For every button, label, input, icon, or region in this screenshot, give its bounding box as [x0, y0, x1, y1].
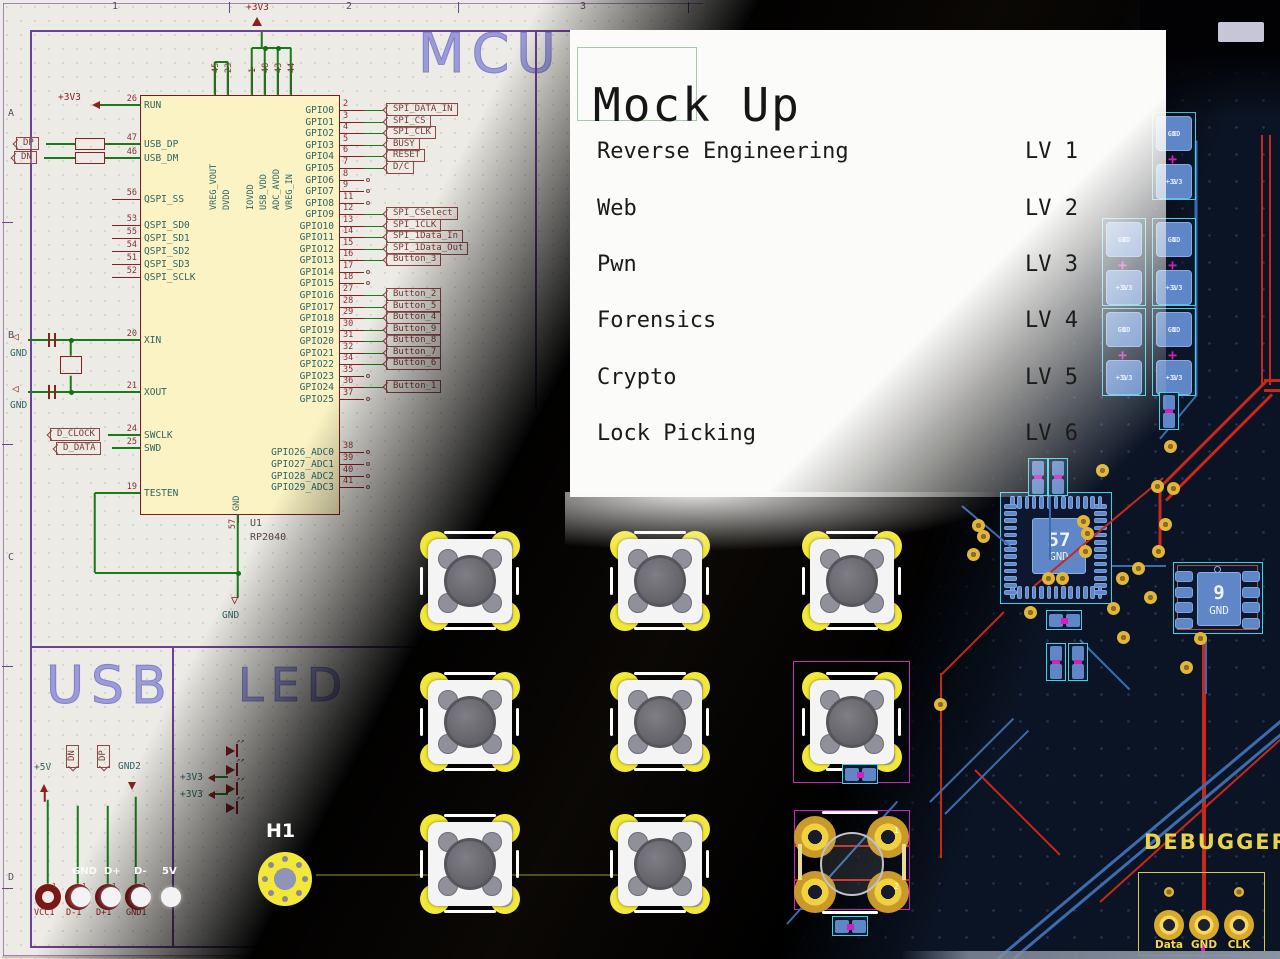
silkscreen-line [898, 708, 901, 736]
tactile-button [793, 661, 910, 783]
tactile-button [420, 814, 520, 914]
silkscreen-line [898, 567, 901, 595]
card-row-label: Reverse Engineering [597, 139, 849, 164]
usb-pad-white [71, 887, 91, 907]
silkscreen-line [516, 708, 519, 736]
hole-dot [267, 861, 274, 868]
button-plunger [826, 555, 878, 607]
tactile-button [610, 672, 710, 772]
silkscreen-line [444, 768, 496, 771]
button-plunger [634, 555, 686, 607]
silkscreen-line [444, 814, 496, 817]
card-row-level: LV 5 [1025, 365, 1078, 390]
usb-pad-label: 5V [162, 866, 177, 877]
hole-dot [282, 856, 288, 862]
card-title: Mock Up [593, 78, 801, 132]
card-row-level: LV 2 [1025, 196, 1078, 221]
button-plunger [826, 696, 878, 748]
silkscreen-line [822, 811, 878, 814]
silkscreen-line [610, 850, 613, 878]
usb-pad-white [161, 887, 181, 907]
silkscreen-line [444, 531, 496, 534]
card-row[interactable]: Reverse Engineering LV 1 [570, 139, 1166, 165]
silkscreen-line [706, 708, 709, 736]
silkscreen-line [822, 911, 878, 914]
card-row-label: Forensics [597, 308, 717, 333]
tactile-button-pcb: 12 [786, 800, 910, 925]
button-plunger [634, 696, 686, 748]
silkscreen-line [634, 627, 686, 630]
usb-pad-label: D+ [104, 866, 121, 877]
usb-pad-label: D- [134, 866, 147, 877]
silkscreen-line [634, 814, 686, 817]
hole-dot [262, 876, 268, 882]
silkscreen-line [444, 672, 496, 675]
card-row-level: LV 1 [1025, 139, 1078, 164]
polarity-mark [857, 772, 864, 778]
silkscreen-line [610, 708, 613, 736]
silkscreen-line [444, 627, 496, 630]
tactile-button [420, 672, 520, 772]
card-row[interactable]: Web LV 2 [570, 196, 1166, 222]
tactile-button [610, 814, 710, 914]
card-row[interactable]: Lock Picking LV 6 [570, 421, 1166, 447]
card-row-label: Web [597, 196, 637, 221]
silkscreen-line [706, 850, 709, 878]
usb-pad-label: GND [72, 866, 97, 877]
card-row-level: LV 3 [1025, 252, 1078, 277]
hole-dot [296, 861, 303, 868]
hole-dot [302, 876, 308, 882]
mockup-card: Mock Up Reverse Engineering LV 1 Web LV 2 Pw… [570, 30, 1166, 497]
card-bottom-glow [565, 492, 995, 550]
silkscreen-line [444, 910, 496, 913]
pad-number: 2 [894, 882, 899, 891]
silkscreen-line [798, 844, 802, 880]
small-cap-footprint [842, 764, 878, 784]
card-row[interactable]: Pwn LV 3 [570, 252, 1166, 278]
pad-number: 1 [894, 826, 899, 835]
hole-dot [282, 896, 288, 902]
silkscreen-line [802, 567, 805, 595]
silkscreen-line [706, 567, 709, 595]
button-plunger [634, 838, 686, 890]
hole-dot [296, 890, 303, 897]
card-row-label: Pwn [597, 252, 637, 277]
usb-pad-white [131, 887, 151, 907]
silkscreen-line [634, 910, 686, 913]
silkscreen-line [634, 672, 686, 675]
silkscreen-line [802, 708, 805, 736]
card-row-label: Crypto [597, 365, 677, 390]
card-row-level: LV 4 [1025, 308, 1078, 333]
small-cap-footprint [832, 916, 868, 936]
tactile-button [420, 531, 520, 631]
silkscreen-line [610, 567, 613, 595]
hole-dot [267, 890, 274, 897]
silkscreen-line [826, 672, 878, 675]
mounting-hole-label: H1 [266, 820, 296, 842]
silkscreen-line [420, 708, 423, 736]
composite-screenshot: 57 GND 9 GND 1 GND +2 +3V3 1 GND +2 +3V3 1 GND +2 +… [0, 0, 1280, 959]
silkscreen-line [516, 567, 519, 595]
cap-pad [852, 920, 866, 933]
card-row[interactable]: Forensics LV 4 [570, 308, 1166, 334]
card-row-label: Lock Picking [597, 421, 756, 446]
silkscreen-line [516, 850, 519, 878]
silkscreen-line [420, 567, 423, 595]
button-plunger [444, 555, 496, 607]
silkscreen-line [420, 850, 423, 878]
silkscreen-line [634, 768, 686, 771]
card-row-level: LV 6 [1025, 421, 1078, 446]
usb-pad-white [101, 887, 121, 907]
card-row[interactable]: Crypto LV 5 [570, 365, 1166, 391]
button-plunger [444, 838, 496, 890]
silkscreen-line [902, 844, 906, 880]
polarity-mark [847, 924, 854, 930]
silkscreen-line [826, 627, 878, 630]
mounting-hole-h1 [258, 852, 312, 906]
cap-pad [862, 768, 876, 781]
button-plunger [444, 696, 496, 748]
button-plunger-outline [820, 832, 884, 896]
